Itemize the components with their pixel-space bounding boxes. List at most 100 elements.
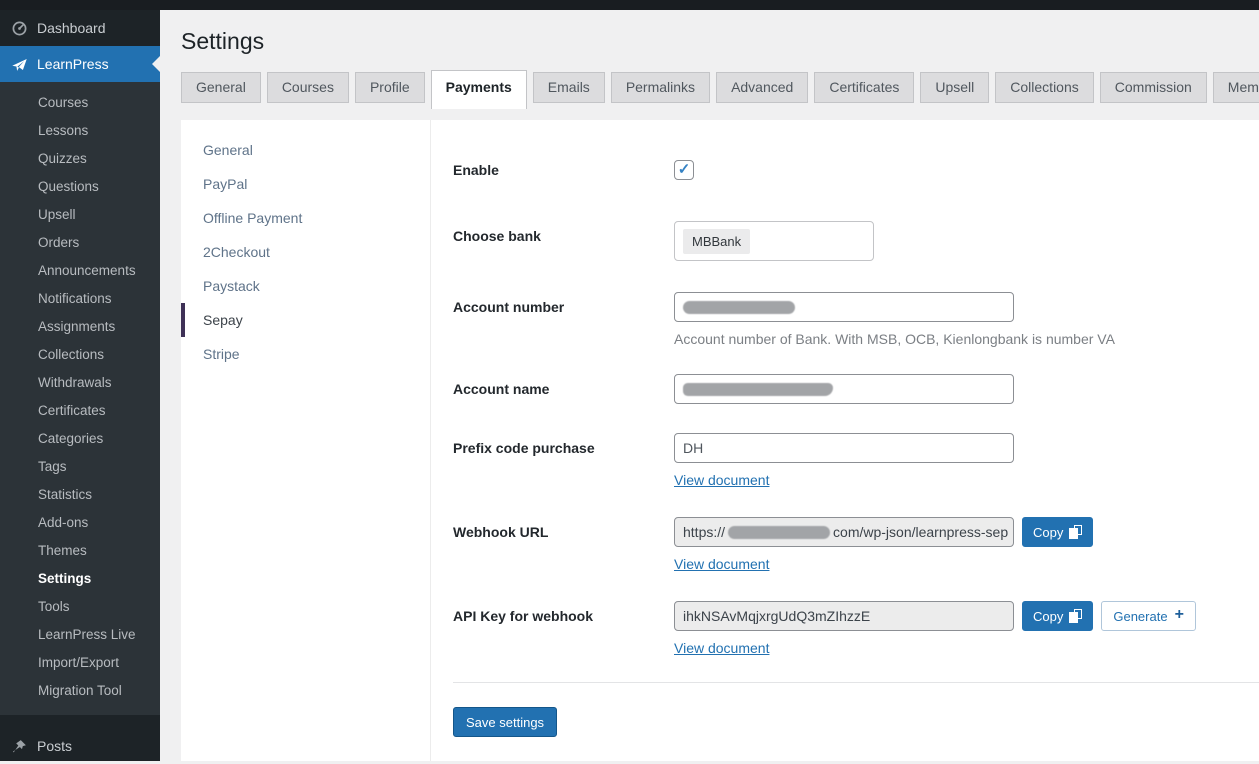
payment-method-nav-item[interactable]: 2Checkout (181, 235, 430, 269)
submenu-item-label: Tools (38, 599, 70, 614)
sidebar-submenu-item[interactable]: Announcements (0, 257, 160, 285)
settings-tab[interactable]: Emails (533, 72, 605, 103)
sidebar-item-posts[interactable]: Posts (0, 728, 160, 764)
copy-button-label: Copy (1033, 525, 1063, 540)
sidebar-submenu-item[interactable]: Categories (0, 425, 160, 453)
settings-tab[interactable]: Commission (1100, 72, 1207, 103)
copy-api-key-button[interactable]: Copy (1022, 601, 1093, 631)
payment-method-nav-item[interactable]: General (181, 133, 430, 167)
submenu-item-label: Categories (38, 431, 103, 446)
account-number-input[interactable] (674, 292, 1014, 322)
copy-icon (1069, 525, 1082, 539)
sidebar-submenu-item[interactable]: Notifications (0, 285, 160, 313)
generate-api-key-button[interactable]: Generate + (1101, 601, 1196, 631)
webhook-url-prefix: https:// (683, 524, 725, 540)
settings-tab[interactable]: General (181, 72, 261, 103)
settings-tab[interactable]: Courses (267, 72, 349, 103)
prefix-code-input[interactable]: DH (674, 433, 1014, 463)
bank-select-input[interactable]: MBBank (674, 221, 874, 261)
sidebar-submenu-item[interactable]: Certificates (0, 397, 160, 425)
learnpress-logo-icon (10, 55, 28, 73)
sidebar-submenu-item[interactable]: Collections (0, 341, 160, 369)
save-settings-button[interactable]: Save settings (453, 707, 557, 737)
submenu-item-label: Tags (38, 459, 67, 474)
sidebar-submenu-item[interactable]: Settings (0, 565, 160, 593)
sidebar-submenu-item[interactable]: Import/Export (0, 649, 160, 677)
tab-label: Payments (446, 79, 512, 95)
webhook-url-input[interactable]: https://com/wp-json/learnpress-sep (674, 517, 1014, 547)
prefix-code-row: Prefix code purchase DH View document (453, 433, 1259, 490)
settings-tab[interactable]: Permalinks (611, 72, 710, 103)
sidebar-submenu-item[interactable]: Migration Tool (0, 677, 160, 705)
sidebar-item-learnpress[interactable]: LearnPress (0, 46, 160, 82)
pushpin-icon (10, 737, 28, 755)
submenu-item-label: Quizzes (38, 151, 87, 166)
page-title: Settings (160, 10, 1259, 56)
payment-method-label: PayPal (203, 176, 247, 192)
redacted-account-name (683, 383, 833, 396)
sidebar-item-label: Dashboard (37, 20, 106, 36)
payment-method-nav-item[interactable]: Sepay (181, 303, 430, 337)
webhook-url-row: Webhook URL https://com/wp-json/learnpre… (453, 517, 1259, 574)
submenu-item-label: Statistics (38, 487, 92, 502)
wp-admin-bar (0, 0, 1259, 10)
payment-methods-nav: General PayPal Offline Payment 2Checkout… (181, 120, 431, 761)
submenu-item-label: Withdrawals (38, 375, 112, 390)
sidebar-item-label: Posts (37, 738, 72, 754)
sidebar-submenu-item[interactable]: Add-ons (0, 509, 160, 537)
sidebar-submenu-item[interactable]: Questions (0, 173, 160, 201)
sidebar-submenu-item[interactable]: LearnPress Live (0, 621, 160, 649)
current-menu-arrow (152, 56, 160, 72)
submenu-item-label: Questions (38, 179, 99, 194)
enable-checkbox[interactable]: ✓ (674, 160, 694, 180)
sidebar-submenu-item[interactable]: Orders (0, 229, 160, 257)
sidebar-item-dashboard[interactable]: Dashboard (0, 10, 160, 46)
api-key-input[interactable]: ihkNSAvMqjxrgUdQ3mZIhzzE (674, 601, 1014, 631)
settings-tab[interactable]: Memberships (1213, 72, 1259, 103)
submenu-item-label: Announcements (38, 263, 136, 278)
settings-tab[interactable]: Upsell (920, 72, 989, 103)
tab-label: Emails (548, 79, 590, 95)
sidebar-submenu-item[interactable]: Tags (0, 453, 160, 481)
payment-method-label: Offline Payment (203, 210, 302, 226)
copy-webhook-url-button[interactable]: Copy (1022, 517, 1093, 547)
payment-method-nav-item[interactable]: PayPal (181, 167, 430, 201)
view-document-link-prefix[interactable]: View document (674, 472, 769, 488)
tab-label: Certificates (829, 79, 899, 95)
payment-method-nav-item[interactable]: Offline Payment (181, 201, 430, 235)
prefix-code-label: Prefix code purchase (453, 433, 674, 490)
sidebar-submenu-item[interactable]: Lessons (0, 117, 160, 145)
sepay-settings-form: Enable ✓ Choose bank MBBank Account numb… (431, 120, 1259, 761)
tab-label: Commission (1115, 79, 1192, 95)
settings-tab[interactable]: Certificates (814, 72, 914, 103)
copy-icon (1069, 609, 1082, 623)
account-name-input[interactable] (674, 374, 1014, 404)
sidebar-submenu-item[interactable]: Tools (0, 593, 160, 621)
copy-button-label: Copy (1033, 609, 1063, 624)
payment-method-nav-item[interactable]: Stripe (181, 337, 430, 371)
view-document-link-webhook[interactable]: View document (674, 556, 769, 572)
submenu-item-label: Lessons (38, 123, 88, 138)
sidebar-submenu-item[interactable]: Themes (0, 537, 160, 565)
settings-tab[interactable]: Payments (431, 70, 527, 109)
settings-tab[interactable]: Advanced (716, 72, 808, 103)
sidebar-submenu-item[interactable]: Courses (0, 89, 160, 117)
submenu-item-label: Add-ons (38, 515, 88, 530)
sidebar-submenu-item[interactable]: Quizzes (0, 145, 160, 173)
submenu-item-label: Assignments (38, 319, 115, 334)
api-key-label: API Key for webhook (453, 601, 674, 658)
checkmark-icon: ✓ (678, 162, 691, 177)
settings-tab[interactable]: Collections (995, 72, 1093, 103)
sidebar-submenu-item[interactable]: Upsell (0, 201, 160, 229)
submenu-item-label: Import/Export (38, 655, 119, 670)
settings-tab[interactable]: Profile (355, 72, 425, 103)
view-document-link-apikey[interactable]: View document (674, 640, 769, 656)
submenu-item-label: LearnPress Live (38, 627, 136, 642)
payment-method-label: 2Checkout (203, 244, 270, 260)
sidebar-submenu-item[interactable]: Statistics (0, 481, 160, 509)
sidebar-submenu-item[interactable]: Assignments (0, 313, 160, 341)
tab-label: Courses (282, 79, 334, 95)
sidebar-submenu-item[interactable]: Withdrawals (0, 369, 160, 397)
payment-method-nav-item[interactable]: Paystack (181, 269, 430, 303)
bank-chip[interactable]: MBBank (683, 229, 750, 254)
